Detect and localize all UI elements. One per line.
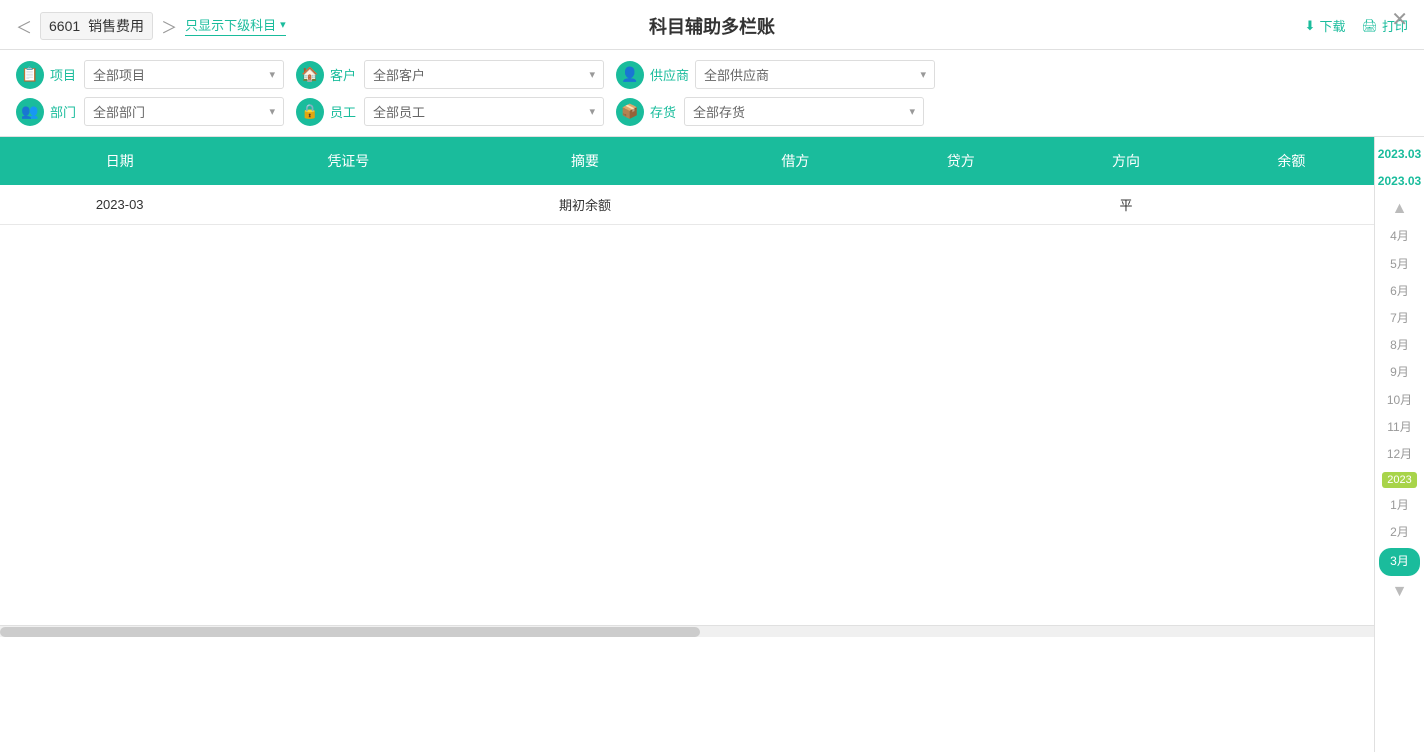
download-icon: ⬇: [1305, 18, 1316, 34]
inventory-arrow-icon: ▾: [909, 105, 915, 118]
cell-voucher: [239, 185, 457, 225]
sidebar-month-10[interactable]: 10月: [1375, 387, 1424, 414]
filter-item-customer: 🏠 客户 全部客户 ▾: [296, 60, 604, 89]
sidebar-month-5[interactable]: 5月: [1375, 251, 1424, 278]
inventory-select[interactable]: 全部存货 ▾: [684, 97, 924, 126]
inventory-icon: 📦: [616, 98, 644, 126]
supplier-arrow-icon: ▾: [920, 68, 926, 81]
project-icon: 📋: [16, 61, 44, 89]
supplier-select[interactable]: 全部供应商 ▾: [695, 60, 935, 89]
cell-balance: [1209, 185, 1374, 225]
table-row[interactable]: 2023-03 期初余额 平: [0, 185, 1374, 225]
print-icon: 🖨: [1361, 18, 1378, 34]
table-area: 日期 凭证号 摘要 借方 贷方 方向 余额 2023-03 期初余额 平: [0, 137, 1374, 752]
dept-arrow-icon: ▾: [269, 105, 275, 118]
sidebar-year-badge-container: 2023: [1382, 468, 1416, 492]
main-window: ＜ 6601 销售费用 ＞ 只显示下级科目 ▾ 科目辅助多栏账 ⬇ 下载 🖨 打…: [0, 0, 1424, 752]
col-date: 日期: [0, 137, 239, 185]
sidebar-month-7[interactable]: 7月: [1375, 305, 1424, 332]
dept-select[interactable]: 全部部门 ▾: [84, 97, 284, 126]
customer-arrow-icon: ▾: [589, 68, 595, 81]
customer-icon: 🏠: [296, 61, 324, 89]
employee-icon: 🔒: [296, 98, 324, 126]
ledger-table: 日期 凭证号 摘要 借方 贷方 方向 余额 2023-03 期初余额 平: [0, 137, 1374, 225]
filter-item-project: 📋 项目 全部项目 ▾: [16, 60, 284, 89]
sidebar-year-badge: 2023: [1382, 472, 1416, 488]
sidebar-month-2023-03-top2[interactable]: 2023.03: [1375, 168, 1424, 195]
show-sub-button[interactable]: 只显示下级科目 ▾: [185, 15, 286, 36]
show-sub-arrow-icon: ▾: [280, 18, 286, 31]
sidebar-scroll-up-button[interactable]: ▲: [1382, 195, 1418, 223]
col-summary: 摘要: [457, 137, 713, 185]
filter-bar: 📋 项目 全部项目 ▾ 🏠 客户 全部客户 ▾ 👤 供应商: [0, 50, 1424, 137]
page-title: 科目辅助多栏账: [649, 13, 775, 39]
empty-area: [0, 225, 1374, 625]
account-code: 6601 销售费用: [40, 12, 153, 40]
project-select[interactable]: 全部项目 ▾: [84, 60, 284, 89]
sidebar-month-11[interactable]: 11月: [1375, 414, 1424, 441]
filter-item-inventory: 📦 存货 全部存货 ▾: [616, 97, 924, 126]
project-label: 项目: [50, 65, 78, 84]
employee-label: 员工: [330, 102, 358, 121]
filter-item-supplier: 👤 供应商 全部供应商 ▾: [616, 60, 935, 89]
dept-icon: 👥: [16, 98, 44, 126]
supplier-icon: 👤: [616, 61, 644, 89]
right-sidebar: 2023.03 2023.03 ▲ 4月 5月 6月 7月 8月 9月 10月 …: [1374, 137, 1424, 752]
table-header-row: 日期 凭证号 摘要 借方 贷方 方向 余额: [0, 137, 1374, 185]
project-arrow-icon: ▾: [269, 68, 275, 81]
supplier-label: 供应商: [650, 65, 689, 84]
customer-value: 全部客户: [373, 65, 425, 84]
scrollbar-thumb[interactable]: [0, 627, 700, 637]
customer-select[interactable]: 全部客户 ▾: [364, 60, 604, 89]
col-debit: 借方: [713, 137, 878, 185]
dept-value: 全部部门: [93, 102, 145, 121]
cell-credit: [878, 185, 1043, 225]
filter-item-employee: 🔒 员工 全部员工 ▾: [296, 97, 604, 126]
project-value: 全部项目: [93, 65, 145, 84]
col-credit: 贷方: [878, 137, 1043, 185]
cell-date: 2023-03: [0, 185, 239, 225]
main-content: 日期 凭证号 摘要 借方 贷方 方向 余额 2023-03 期初余额 平: [0, 137, 1424, 752]
customer-label: 客户: [330, 65, 358, 84]
col-direction: 方向: [1043, 137, 1208, 185]
sidebar-month-12[interactable]: 12月: [1375, 441, 1424, 468]
sidebar-month-2023-03-top1[interactable]: 2023.03: [1375, 141, 1424, 168]
sidebar-month-8[interactable]: 8月: [1375, 332, 1424, 359]
sidebar-month-2[interactable]: 2月: [1375, 519, 1424, 546]
sidebar-month-6[interactable]: 6月: [1375, 278, 1424, 305]
cell-direction: 平: [1043, 185, 1208, 225]
employee-select[interactable]: 全部员工 ▾: [364, 97, 604, 126]
download-button[interactable]: ⬇ 下载: [1305, 16, 1346, 35]
close-button[interactable]: ✕: [1391, 10, 1408, 30]
sidebar-month-3-active[interactable]: 3月: [1379, 548, 1420, 575]
sidebar-month-9[interactable]: 9月: [1375, 359, 1424, 386]
table-body: 2023-03 期初余额 平: [0, 185, 1374, 225]
employee-value: 全部员工: [373, 102, 425, 121]
inventory-label: 存货: [650, 102, 678, 121]
nav-next-button[interactable]: ＞: [161, 14, 177, 38]
cell-debit: [713, 185, 878, 225]
inventory-value: 全部存货: [693, 102, 745, 121]
col-voucher: 凭证号: [239, 137, 457, 185]
sidebar-month-1[interactable]: 1月: [1375, 492, 1424, 519]
nav-prev-button[interactable]: ＜: [16, 14, 32, 38]
supplier-value: 全部供应商: [704, 65, 769, 84]
sidebar-month-4[interactable]: 4月: [1375, 223, 1424, 250]
col-balance: 余额: [1209, 137, 1374, 185]
filter-item-dept: 👥 部门 全部部门 ▾: [16, 97, 284, 126]
title-bar: ＜ 6601 销售费用 ＞ 只显示下级科目 ▾ 科目辅助多栏账 ⬇ 下载 🖨 打…: [0, 0, 1424, 50]
dept-label: 部门: [50, 102, 78, 121]
filter-row-1: 📋 项目 全部项目 ▾ 🏠 客户 全部客户 ▾ 👤 供应商: [16, 60, 1408, 89]
title-bar-left: ＜ 6601 销售费用 ＞ 只显示下级科目 ▾: [16, 12, 286, 40]
bottom-scrollbar[interactable]: [0, 625, 1374, 637]
cell-summary: 期初余额: [457, 185, 713, 225]
filter-row-2: 👥 部门 全部部门 ▾ 🔒 员工 全部员工 ▾ 📦 存货: [16, 97, 1408, 126]
employee-arrow-icon: ▾: [589, 105, 595, 118]
sidebar-scroll-down-button[interactable]: ▼: [1382, 578, 1418, 606]
